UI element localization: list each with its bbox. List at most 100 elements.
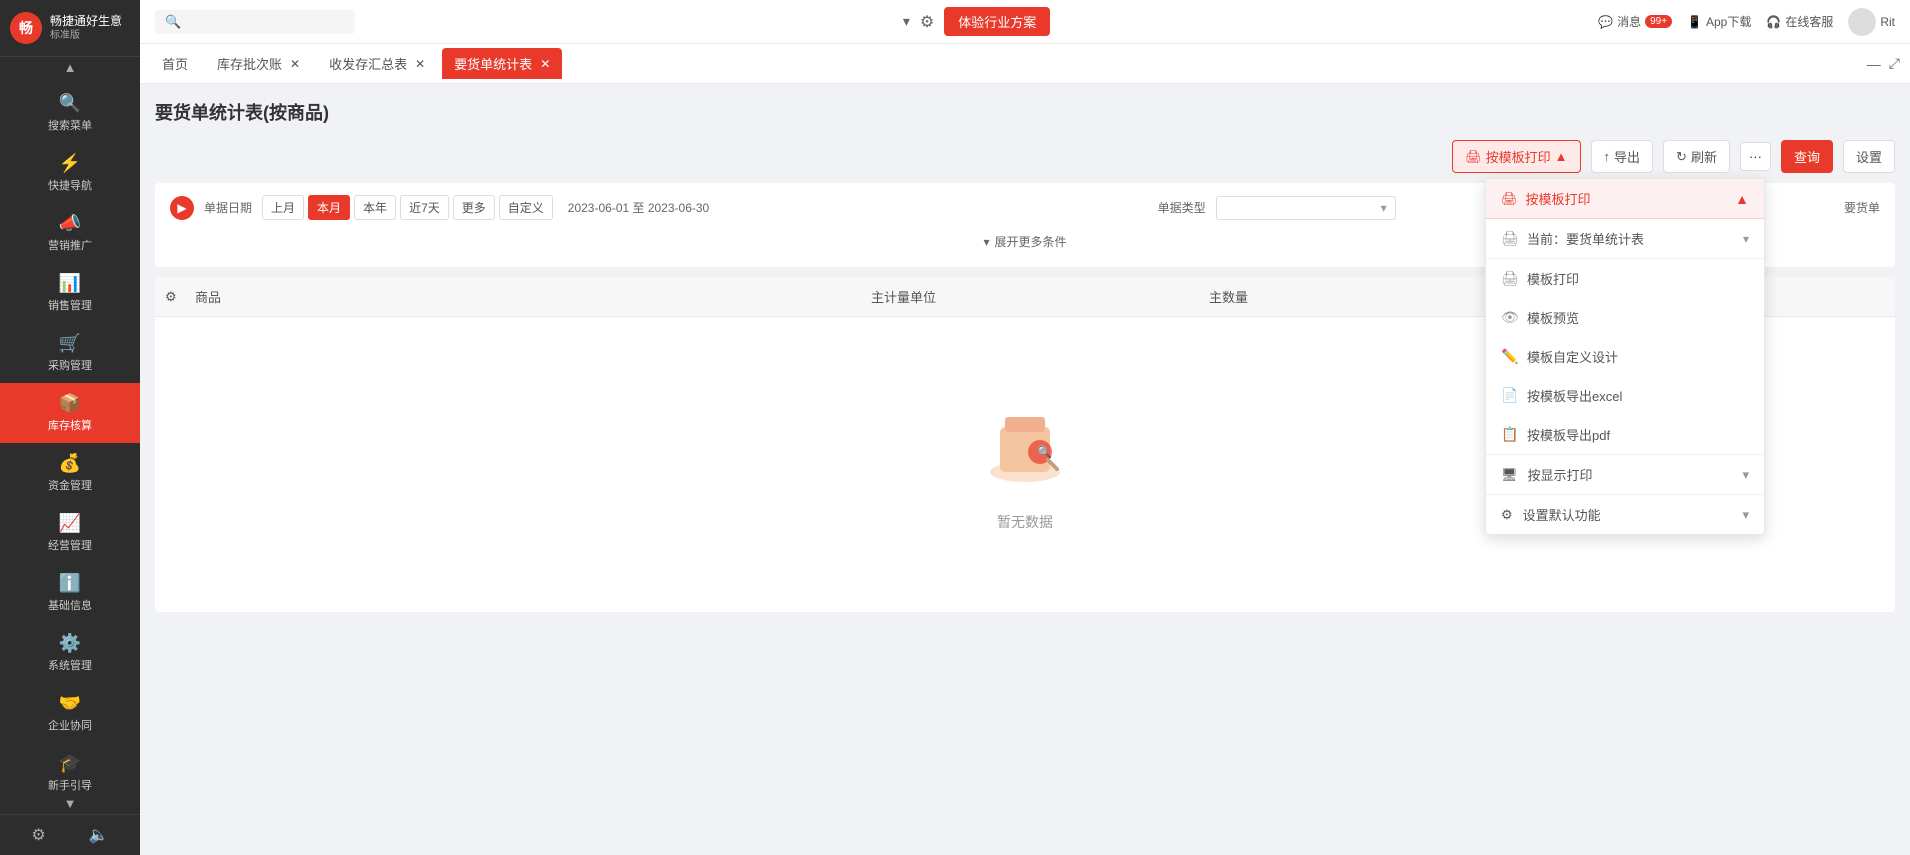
- col-settings[interactable]: ⚙: [165, 289, 195, 305]
- print-dropdown-popup: 🖨 按模板打印 ▲ 🖨 当前：要货单统计表 ▾ 🖨 模板打印: [1485, 178, 1765, 535]
- sidebar-item-operation[interactable]: 📈 经营管理: [0, 503, 140, 563]
- date-buttons: 上月 本月 本年 近7天 更多 自定义: [262, 195, 553, 220]
- online-service-label: 在线客服: [1785, 13, 1833, 30]
- sidebar-item-basic[interactable]: ℹ️ 基础信息: [0, 563, 140, 623]
- username-label: Rit: [1880, 15, 1895, 29]
- search-menu-icon: 🔍: [59, 93, 81, 114]
- online-service-item[interactable]: 🎧 在线客服: [1766, 13, 1833, 30]
- dropdown-display-print-group[interactable]: 🖥 按显示打印 ▾: [1486, 455, 1764, 494]
- topbar-gear-icon[interactable]: ⚙: [920, 12, 934, 32]
- scroll-down[interactable]: ▼: [0, 793, 140, 814]
- dropdown-export-excel[interactable]: 📄 按模板导出excel: [1486, 376, 1764, 415]
- set-default-label: 设置默认功能: [1523, 505, 1601, 524]
- dropdown-set-default-section: ⚙ 设置默认功能 ▾: [1486, 495, 1764, 534]
- date-btn-this-month[interactable]: 本月: [308, 195, 350, 220]
- sidebar-item-corp[interactable]: 🤝 企业协同: [0, 683, 140, 743]
- dropdown-template-print[interactable]: 🖨 模板打印: [1486, 259, 1764, 298]
- user-avatar-item[interactable]: Rit: [1848, 8, 1895, 36]
- search-input[interactable]: [186, 15, 336, 29]
- export-pdf-icon: 📋: [1501, 426, 1517, 443]
- print-template-button[interactable]: 🖨 按模板打印 ▲: [1452, 140, 1580, 173]
- purchase-icon: 🛒: [59, 333, 81, 354]
- sidebar-item-system[interactable]: ⚙️ 系统管理: [0, 623, 140, 683]
- settings-button[interactable]: 设置: [1843, 140, 1895, 173]
- sidebar-item-sales[interactable]: 📊 销售管理: [0, 263, 140, 323]
- set-default-left: ⚙ 设置默认功能: [1501, 505, 1601, 524]
- filter-collapse-btn[interactable]: ▶: [170, 196, 194, 220]
- sidebar-item-quick[interactable]: ⚡ 快捷导航: [0, 143, 140, 203]
- col-unit: 主计量单位: [871, 287, 1209, 306]
- tab-receipt-summary-close[interactable]: ✕: [415, 57, 425, 71]
- dropdown-print-icon: 🖨: [1501, 191, 1518, 207]
- messages-label: 消息: [1617, 13, 1641, 30]
- trial-button[interactable]: 体验行业方案: [944, 7, 1050, 36]
- tab-inventory-batch[interactable]: 库存批次账 ✕: [205, 48, 312, 79]
- expand-more-btn[interactable]: ▾ 展开更多条件: [978, 228, 1071, 255]
- logo-line2: 标准版: [50, 29, 122, 42]
- display-print-icon: 🖥: [1501, 467, 1518, 483]
- template-design-icon: ✏️: [1501, 348, 1517, 365]
- topbar-search-box[interactable]: 🔍: [155, 10, 355, 34]
- export-button[interactable]: ↑ 导出: [1591, 140, 1654, 173]
- dropdown-export-pdf[interactable]: 📋 按模板导出pdf: [1486, 415, 1764, 454]
- message-badge: 99+: [1645, 15, 1672, 28]
- dropdown-groups-section: 🖥 按显示打印 ▾: [1486, 455, 1764, 495]
- sidebar-item-inventory[interactable]: 📦 库存核算: [0, 383, 140, 443]
- sidebar-logo: 畅 畅捷通好生意 标准版: [0, 0, 140, 57]
- empty-icon: 🔍: [975, 397, 1075, 497]
- dropdown-template-design[interactable]: ✏️ 模板自定义设计: [1486, 337, 1764, 376]
- date-btn-this-year[interactable]: 本年: [354, 195, 396, 220]
- more-button[interactable]: ···: [1740, 142, 1771, 171]
- app-download-item[interactable]: 📱 App下载: [1687, 13, 1751, 30]
- template-design-label: 模板自定义设计: [1527, 347, 1618, 366]
- topbar-right: 💬 消息 99+ 📱 App下载 🎧 在线客服 Rit: [1598, 8, 1895, 36]
- settings-footer-icon[interactable]: ⚙: [31, 825, 45, 845]
- app-download-label: App下载: [1706, 13, 1751, 30]
- dropdown-title-text: 按模板打印: [1526, 189, 1591, 208]
- scroll-up[interactable]: ▲: [0, 57, 140, 78]
- tab-order-stats-close[interactable]: ✕: [540, 57, 550, 71]
- speaker-footer-icon[interactable]: 🔈: [89, 825, 109, 845]
- sidebar-item-guide[interactable]: 🎓 新手引导: [0, 743, 140, 793]
- date-btn-last-month[interactable]: 上月: [262, 195, 304, 220]
- refresh-button[interactable]: ↻ 刷新: [1663, 140, 1730, 173]
- print-dropdown-arrow[interactable]: ▲: [1555, 149, 1568, 164]
- dropdown-close-icon[interactable]: ▲: [1735, 191, 1749, 207]
- dropdown-current-item[interactable]: 🖨 当前：要货单统计表 ▾: [1486, 219, 1764, 258]
- refresh-label: 刷新: [1691, 147, 1717, 166]
- dropdown-set-default-group[interactable]: ⚙ 设置默认功能 ▾: [1486, 495, 1764, 534]
- date-btn-more[interactable]: 更多: [453, 195, 495, 220]
- sidebar: 畅 畅捷通好生意 标准版 ▲ 🔍 搜索菜单 ⚡ 快捷导航 📣 营销推广 📊 销售…: [0, 0, 140, 855]
- tab-order-stats[interactable]: 要货单统计表 ✕: [442, 48, 562, 79]
- dropdown-template-preview[interactable]: 👁 模板预览: [1486, 298, 1764, 337]
- operation-icon: 📈: [59, 513, 81, 534]
- tab-inventory-batch-close[interactable]: ✕: [290, 57, 300, 71]
- sidebar-item-marketing[interactable]: 📣 营销推广: [0, 203, 140, 263]
- tab-receipt-summary[interactable]: 收发存汇总表 ✕: [317, 48, 437, 79]
- export-icon: ↑: [1604, 149, 1611, 164]
- date-btn-last7[interactable]: 近7天: [400, 195, 449, 220]
- tab-home[interactable]: 首页: [150, 48, 200, 79]
- sidebar-item-purchase[interactable]: 🛒 采购管理: [0, 323, 140, 383]
- page-title: 要货单统计表(按商品): [155, 99, 1895, 125]
- tab-minimize-icon[interactable]: —: [1867, 56, 1881, 72]
- print-icon: 🖨: [1465, 149, 1482, 165]
- user-avatar: [1848, 8, 1876, 36]
- tab-maximize-icon[interactable]: ⤢: [1889, 55, 1900, 72]
- logo-line1: 畅捷通好生意: [50, 14, 122, 30]
- svg-text:🔍: 🔍: [1037, 444, 1052, 459]
- tab-icons: — ⤢: [1867, 55, 1900, 72]
- basic-icon: ℹ️: [59, 573, 81, 594]
- sidebar-nav: 🔍 搜索菜单 ⚡ 快捷导航 📣 营销推广 📊 销售管理 🛒 采购管理 📦 库存核…: [0, 78, 140, 793]
- order-type-select[interactable]: ▾: [1216, 196, 1396, 220]
- sidebar-item-search[interactable]: 🔍 搜索菜单: [0, 83, 140, 143]
- sidebar-item-finance[interactable]: 💰 资金管理: [0, 443, 140, 503]
- finance-icon: 💰: [59, 453, 81, 474]
- messages-item[interactable]: 💬 消息 99+: [1598, 13, 1672, 30]
- date-btn-custom[interactable]: 自定义: [499, 195, 553, 220]
- query-button[interactable]: 查询: [1781, 140, 1833, 173]
- topbar-chevron-icon[interactable]: ▾: [903, 13, 910, 30]
- display-print-arrow: ▾: [1742, 467, 1749, 483]
- message-icon: 💬: [1598, 15, 1613, 29]
- dropdown-header: 🖨 按模板打印 ▲: [1486, 179, 1764, 219]
